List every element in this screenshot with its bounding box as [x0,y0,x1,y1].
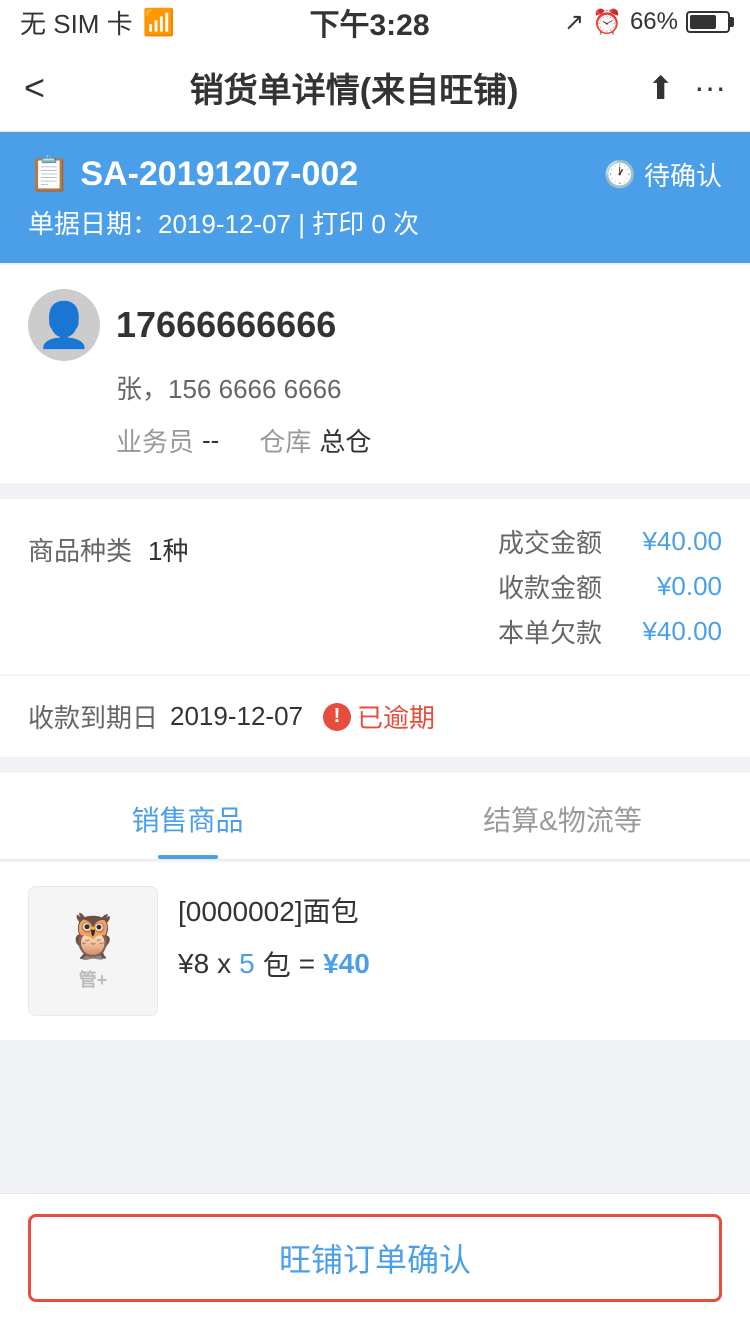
back-button[interactable]: < [24,67,61,109]
customer-name: 张，156 6666 6666 [116,369,722,406]
price-base: ¥8 [178,948,209,980]
customer-section: 👤 17666666666 张，156 6666 6666 业务员 -- 仓库 … [0,265,750,483]
price-unit: 包 [263,944,291,984]
price-equals: = [299,948,315,980]
stats-section: 商品种类 1种 成交金额 ¥40.00 收款金额 ¥0.00 本单欠款 ¥40.… [0,499,750,674]
received-label: 收款金额 [498,568,602,605]
order-id-icon: 📋 [28,154,70,194]
more-icon[interactable]: ··· [694,69,726,106]
price-qty: 5 [239,948,255,980]
warehouse-label: 仓库 [259,422,311,459]
product-info: [0000002]面包 ¥8 x 5 包 = ¥40 [178,886,722,984]
carrier-text: 无 SIM 卡 [20,4,133,41]
order-header-top: 📋 SA-20191207-002 🕐 待确认 [28,154,722,194]
alarm-icon: ⏰ [592,8,622,37]
status-clock-icon: 🕐 [604,159,636,190]
price-multiply: x [217,948,231,980]
tab-settlement-label: 结算&物流等 [483,805,642,836]
status-right: ↗ ⏰ 66% [564,8,730,37]
status-left: 无 SIM 卡 📶 [20,4,175,41]
battery-text: 66% [630,8,678,36]
customer-meta: 业务员 -- 仓库 总仓 [116,422,722,459]
due-date: 2019-12-07 [170,701,303,732]
product-item: 🦉 管+ [0000002]面包 ¥8 x 5 包 = ¥40 [28,886,722,1016]
order-id: 📋 SA-20191207-002 [28,154,358,194]
customer-phone: 17666666666 [116,304,336,346]
stats-right: 成交金额 ¥40.00 收款金额 ¥0.00 本单欠款 ¥40.00 [498,523,722,650]
order-header: 📋 SA-20191207-002 🕐 待确认 单据日期：2019-12-07 … [0,132,750,263]
status-bar: 无 SIM 卡 📶 下午3:28 ↗ ⏰ 66% [0,0,750,44]
tab-products[interactable]: 销售商品 [0,773,375,859]
share-icon[interactable]: ⬆ [647,69,674,107]
avatar: 👤 [28,289,100,361]
owed-value: ¥40.00 [622,616,722,647]
received-row: 收款金额 ¥0.00 [498,568,722,605]
nav-actions: ⬆ ··· [647,69,726,107]
type-label: 商品种类 [28,531,132,568]
bottom-bar: 旺铺订单确认 [0,1193,750,1334]
warehouse-meta: 仓库 总仓 [259,422,371,459]
owed-label: 本单欠款 [498,613,602,650]
tabs-section: 销售商品 结算&物流等 [0,773,750,860]
order-status: 🕐 待确认 [604,156,722,193]
product-name: [0000002]面包 [178,890,722,930]
product-thumbnail: 🦉 管+ [28,886,158,1016]
customer-row: 👤 17666666666 [28,289,722,361]
amount-row: 成交金额 ¥40.00 [498,523,722,560]
brand-text: 管+ [79,966,108,992]
avatar-icon: 👤 [37,299,92,351]
product-thumb-inner: 🦉 管+ [66,910,121,992]
product-section: 🦉 管+ [0000002]面包 ¥8 x 5 包 = ¥40 [0,862,750,1040]
nav-bar: < 销货单详情(来自旺铺) ⬆ ··· [0,44,750,132]
location-icon: ↗ [564,8,584,37]
salesperson-value: -- [202,425,219,456]
product-price-row: ¥8 x 5 包 = ¥40 [178,944,722,984]
salesperson-meta: 业务员 -- [116,422,219,459]
type-value: 1种 [148,531,188,568]
stats-left: 商品种类 1种 [28,523,498,568]
brand-owl-icon: 🦉 [66,910,121,962]
overdue-text: 已逾期 [357,698,435,735]
tab-settlement[interactable]: 结算&物流等 [375,773,750,859]
status-time: 下午3:28 [309,0,429,44]
warehouse-value: 总仓 [319,422,371,459]
status-text: 待确认 [644,156,722,193]
received-value: ¥0.00 [622,571,722,602]
battery-icon [686,11,730,33]
order-date: 单据日期：2019-12-07 | 打印 0 次 [28,204,722,241]
page-title: 销货单详情(来自旺铺) [61,63,647,112]
amount-value: ¥40.00 [622,526,722,557]
salesperson-label: 业务员 [116,422,194,459]
due-section: 收款到期日 2019-12-07 ! 已逾期 [0,676,750,757]
overdue-badge: ! 已逾期 [323,698,435,735]
tab-products-label: 销售商品 [131,805,243,836]
owed-row: 本单欠款 ¥40.00 [498,613,722,650]
confirm-button[interactable]: 旺铺订单确认 [28,1214,722,1302]
price-total: ¥40 [323,948,370,980]
wifi-icon: 📶 [143,7,175,38]
amount-label: 成交金额 [498,523,602,560]
due-label: 收款到期日 [28,698,158,735]
overdue-icon: ! [323,703,351,731]
order-id-text: SA-20191207-002 [80,155,358,194]
